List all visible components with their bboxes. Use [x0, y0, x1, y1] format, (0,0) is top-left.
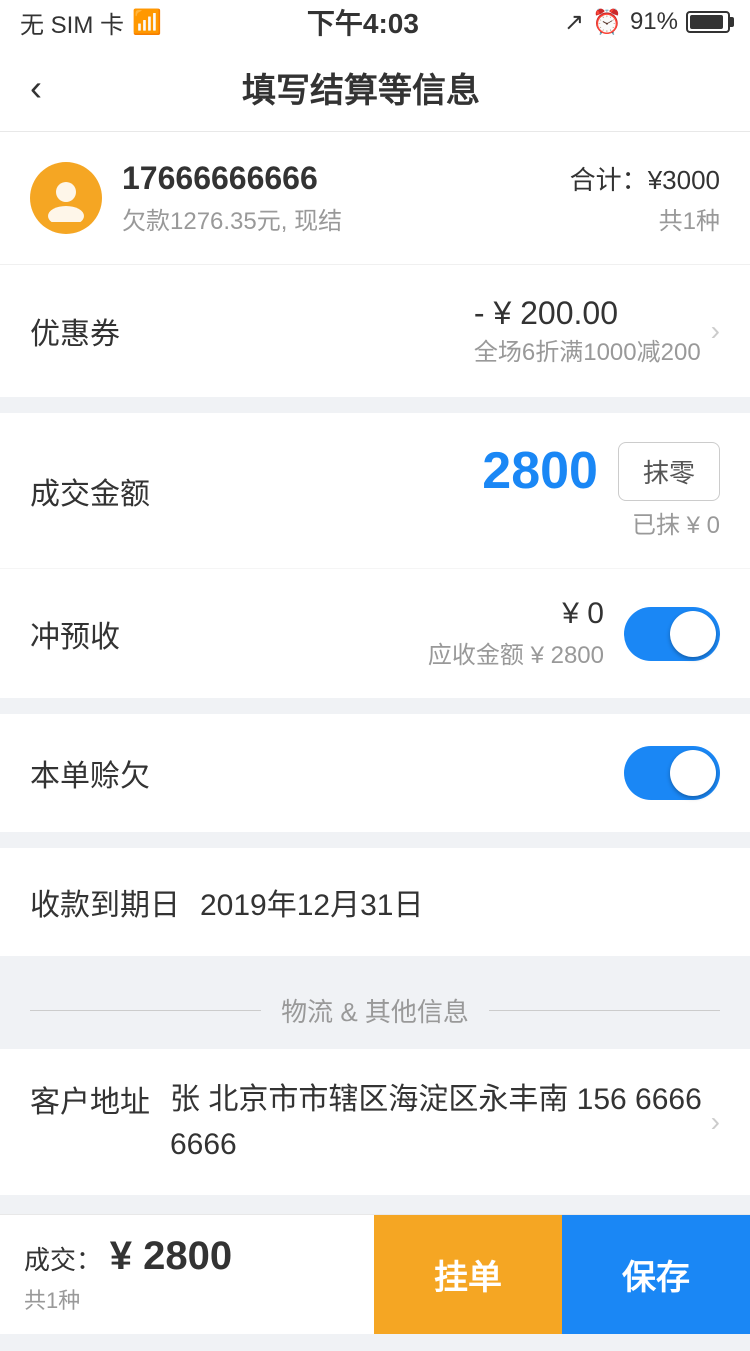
- nav-bar: ‹ 填写结算等信息: [0, 44, 750, 132]
- customer-left: 17666666666 欠款1276.35元, 现结: [30, 160, 342, 236]
- debt-toggle-knob: [670, 750, 716, 796]
- back-button[interactable]: ‹: [30, 57, 62, 119]
- address-value: 张 北京市市辖区海淀区永丰南 156 6666 6666: [170, 1077, 711, 1167]
- status-right: ↗ ⏰ 91%: [564, 8, 730, 37]
- bottom-deal-label: 成交：: [24, 1245, 102, 1275]
- bottom-count: 共1种: [24, 1283, 350, 1315]
- coupon-info: - ¥ 200.00 全场6折满1000减200: [474, 295, 701, 367]
- address-chevron-icon: ›: [711, 1106, 720, 1138]
- battery-text: 91%: [630, 8, 678, 36]
- time-display: 下午4:03: [307, 2, 419, 42]
- customer-sub: 欠款1276.35元, 现结: [122, 201, 342, 236]
- prepay-label: 冲预收: [30, 612, 120, 656]
- amount-right: 2800 抹零 已抹 ¥ 0: [482, 441, 720, 540]
- address-label: 客户地址: [30, 1077, 150, 1121]
- debt-row: 本单赊欠: [0, 714, 750, 832]
- bottom-deal-row: 成交： ¥ 2800: [24, 1234, 350, 1279]
- avatar: [30, 162, 102, 234]
- customer-details: 17666666666 欠款1276.35元, 现结: [122, 160, 342, 236]
- hang-order-button[interactable]: 挂单: [374, 1215, 562, 1334]
- battery-icon: [686, 11, 730, 33]
- customer-info-row: 17666666666 欠款1276.35元, 现结 合计：¥3000 共1种: [0, 132, 750, 264]
- prepay-info: ¥ 0 应收金额 ¥ 2800: [428, 597, 604, 670]
- prepay-value: ¥ 0: [428, 597, 604, 631]
- customer-right: 合计：¥3000 共1种: [570, 160, 720, 236]
- chevron-right-icon: ›: [711, 315, 720, 347]
- amount-section: 成交金额 2800 抹零 已抹 ¥ 0 冲预收 ¥ 0 应收金额 ¥ 2800: [0, 413, 750, 698]
- divider-text: 物流 & 其他信息: [281, 992, 469, 1029]
- divider-line-right: [489, 1010, 720, 1011]
- round-button[interactable]: 抹零: [618, 442, 720, 501]
- amount-row-right: 2800 抹零: [482, 441, 720, 501]
- page-title: 填写结算等信息: [62, 63, 660, 112]
- bottom-deal-amount: ¥ 2800: [110, 1234, 232, 1278]
- due-date-row: 收款到期日 2019年12月31日: [0, 848, 750, 956]
- amount-sub: 已抹 ¥ 0: [482, 505, 720, 540]
- total-count: 共1种: [570, 201, 720, 236]
- customer-phone: 17666666666: [122, 160, 342, 197]
- amount-label: 成交金额: [30, 469, 150, 513]
- status-bar: 无 SIM 卡 📶 下午4:03 ↗ ⏰ 91%: [0, 0, 750, 44]
- prepay-toggle[interactable]: [624, 607, 720, 661]
- address-section[interactable]: 客户地址 张 北京市市辖区海淀区永丰南 156 6666 6666 ›: [0, 1049, 750, 1195]
- coupon-row[interactable]: 优惠券 - ¥ 200.00 全场6折满1000减200 ›: [0, 264, 750, 397]
- coupon-sub: 全场6折满1000减200: [474, 332, 701, 367]
- prepay-sub: 应收金额 ¥ 2800: [428, 635, 604, 670]
- due-date-value: 2019年12月31日: [200, 880, 423, 924]
- prepay-row: 冲预收 ¥ 0 应收金额 ¥ 2800: [0, 569, 750, 698]
- wifi-icon: 📶: [132, 8, 162, 37]
- status-left: 无 SIM 卡 📶: [20, 5, 162, 40]
- debt-toggle[interactable]: [624, 746, 720, 800]
- coupon-label: 优惠券: [30, 309, 120, 353]
- amount-value: 2800: [482, 441, 598, 501]
- bottom-bar: 成交： ¥ 2800 共1种 挂单 保存: [0, 1214, 750, 1334]
- debt-label: 本单赊欠: [30, 751, 150, 795]
- coupon-right: - ¥ 200.00 全场6折满1000减200 ›: [474, 295, 720, 367]
- carrier-text: 无 SIM 卡: [20, 5, 124, 40]
- coupon-discount: - ¥ 200.00: [474, 295, 701, 332]
- logistics-divider: 物流 & 其他信息: [0, 972, 750, 1049]
- total-label: 合计：¥3000: [570, 160, 720, 197]
- location-icon: ↗: [564, 8, 584, 37]
- toggle-knob: [670, 611, 716, 657]
- amount-row: 成交金额 2800 抹零 已抹 ¥ 0: [0, 413, 750, 569]
- debt-section: 本单赊欠: [0, 714, 750, 832]
- alarm-icon: ⏰: [592, 8, 622, 37]
- divider-line-left: [30, 1010, 261, 1011]
- customer-section: 17666666666 欠款1276.35元, 现结 合计：¥3000 共1种 …: [0, 132, 750, 397]
- bottom-info: 成交： ¥ 2800 共1种: [0, 1215, 374, 1334]
- due-date-label: 收款到期日: [30, 880, 180, 924]
- save-button[interactable]: 保存: [562, 1215, 750, 1334]
